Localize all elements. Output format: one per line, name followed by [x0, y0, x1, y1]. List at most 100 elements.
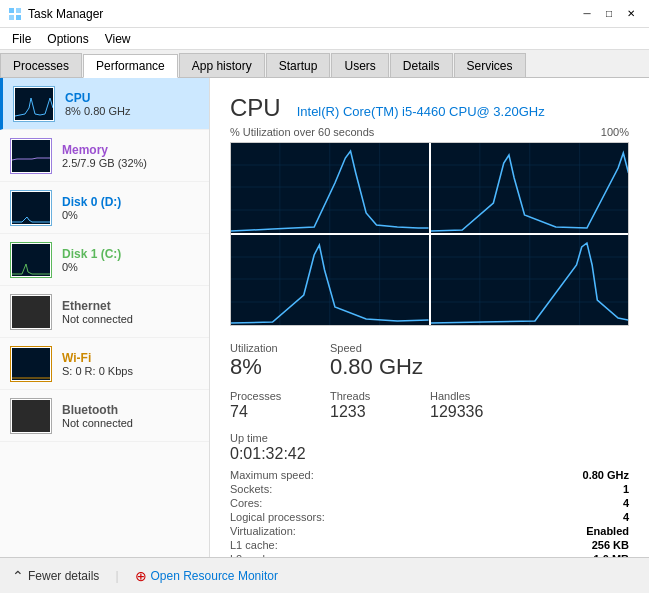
virt-key: Virtualization:	[230, 525, 296, 537]
svg-rect-7	[12, 244, 50, 276]
sidebar-item-wifi[interactable]: Wi-Fi S: 0 R: 0 Kbps	[0, 338, 209, 390]
disk1-name: Disk 1 (C:)	[62, 247, 199, 261]
chart-cell-bl	[231, 235, 429, 325]
cores-val: 4	[623, 497, 629, 509]
chart-cell-tr	[431, 143, 629, 233]
maximize-button[interactable]: □	[599, 4, 619, 24]
uptime-label: Up time	[230, 432, 629, 444]
bluetooth-info: Bluetooth Not connected	[62, 403, 199, 429]
speed-stat-label: Speed	[330, 342, 423, 354]
utilization-stat-value: 8%	[230, 354, 310, 380]
minimize-button[interactable]: ─	[577, 4, 597, 24]
tab-processes[interactable]: Processes	[0, 53, 82, 77]
menu-file[interactable]: File	[4, 30, 39, 47]
speed-stat: Speed 0.80 GHz	[330, 342, 423, 380]
sidebar-item-memory[interactable]: Memory 2.5/7.9 GB (32%)	[0, 130, 209, 182]
sockets-row: Sockets: 1	[230, 483, 629, 495]
app-icon	[8, 7, 22, 21]
l2-val: 1.0 MB	[594, 553, 629, 557]
window-controls: ─ □ ✕	[577, 4, 641, 24]
disk0-value: 0%	[62, 209, 199, 221]
fewer-details-button[interactable]: ⌃ Fewer details	[12, 568, 99, 584]
ethernet-thumbnail	[10, 294, 52, 330]
window-title: Task Manager	[28, 7, 103, 21]
tab-services[interactable]: Services	[454, 53, 526, 77]
sidebar-item-ethernet[interactable]: Ethernet Not connected	[0, 286, 209, 338]
svg-rect-1	[16, 8, 21, 13]
svg-rect-8	[12, 296, 50, 328]
l2-key: L2 cache:	[230, 553, 278, 557]
sidebar-item-disk1[interactable]: Disk 1 (C:) 0%	[0, 234, 209, 286]
uptime-value: 0:01:32:42	[230, 444, 629, 463]
tab-startup[interactable]: Startup	[266, 53, 331, 77]
menu-options[interactable]: Options	[39, 30, 96, 47]
ethernet-info: Ethernet Not connected	[62, 299, 199, 325]
sidebar-item-bluetooth[interactable]: Bluetooth Not connected	[0, 390, 209, 442]
svg-rect-3	[16, 15, 21, 20]
sockets-key: Sockets:	[230, 483, 272, 495]
title-bar: Task Manager ─ □ ✕	[0, 0, 649, 28]
wifi-thumbnail	[10, 346, 52, 382]
svg-rect-9	[12, 348, 50, 380]
stats-row-2: Processes 74 Threads 1233 Handles 129336	[230, 390, 629, 421]
processes-stat-value: 74	[230, 402, 310, 421]
disk0-name: Disk 0 (D:)	[62, 195, 199, 209]
cpu-chart-grid	[230, 142, 629, 326]
disk1-thumbnail	[10, 242, 52, 278]
tab-performance[interactable]: Performance	[83, 54, 178, 78]
svg-rect-5	[12, 140, 50, 172]
memory-value: 2.5/7.9 GB (32%)	[62, 157, 199, 169]
threads-stat: Threads 1233	[330, 390, 410, 421]
memory-name: Memory	[62, 143, 199, 157]
detail-title: CPU	[230, 94, 281, 122]
tab-users[interactable]: Users	[331, 53, 388, 77]
main-content: CPU 8% 0.80 GHz Memory 2.5/7.9 GB (32%)	[0, 78, 649, 557]
wifi-name: Wi-Fi	[62, 351, 199, 365]
processes-stat: Processes 74	[230, 390, 310, 421]
l2-row: L2 cache: 1.0 MB	[230, 553, 629, 557]
l1-val: 256 KB	[592, 539, 629, 551]
cpu-info: CPU 8% 0.80 GHz	[65, 91, 199, 117]
tab-details[interactable]: Details	[390, 53, 453, 77]
menu-view[interactable]: View	[97, 30, 139, 47]
max-speed-val: 0.80 GHz	[583, 469, 629, 481]
separator: |	[115, 569, 118, 583]
detail-panel: CPU Intel(R) Core(TM) i5-4460 CPU@ 3.20G…	[210, 78, 649, 557]
wifi-value: S: 0 R: 0 Kbps	[62, 365, 199, 377]
ethernet-value: Not connected	[62, 313, 199, 325]
handles-stat-value: 129336	[430, 402, 510, 421]
logical-val: 4	[623, 511, 629, 523]
bluetooth-name: Bluetooth	[62, 403, 199, 417]
logical-row: Logical processors: 4	[230, 511, 629, 523]
close-button[interactable]: ✕	[621, 4, 641, 24]
disk1-info: Disk 1 (C:) 0%	[62, 247, 199, 273]
virt-val: Enabled	[586, 525, 629, 537]
disk1-value: 0%	[62, 261, 199, 273]
speed-stat-value: 0.80 GHz	[330, 354, 423, 380]
sidebar-item-cpu[interactable]: CPU 8% 0.80 GHz	[0, 78, 209, 130]
cpu-value: 8% 0.80 GHz	[65, 105, 199, 117]
utilization-label: % Utilization over 60 seconds 100%	[230, 126, 629, 138]
uptime-block: Up time 0:01:32:42	[230, 432, 629, 463]
sidebar-item-disk0[interactable]: Disk 0 (D:) 0%	[0, 182, 209, 234]
bluetooth-value: Not connected	[62, 417, 199, 429]
tab-app-history[interactable]: App history	[179, 53, 265, 77]
cpu-name: CPU	[65, 91, 199, 105]
chevron-up-icon: ⌃	[12, 568, 24, 584]
svg-rect-2	[9, 15, 14, 20]
disk0-thumbnail	[10, 190, 52, 226]
max-speed-row: Maximum speed: 0.80 GHz	[230, 469, 629, 481]
cores-key: Cores:	[230, 497, 262, 509]
threads-stat-value: 1233	[330, 402, 410, 421]
processes-stat-label: Processes	[230, 390, 310, 402]
sidebar: CPU 8% 0.80 GHz Memory 2.5/7.9 GB (32%)	[0, 78, 210, 557]
cpu-thumbnail	[13, 86, 55, 122]
memory-thumbnail	[10, 138, 52, 174]
bluetooth-thumbnail	[10, 398, 52, 434]
open-resource-monitor-link[interactable]: ⊕ Open Resource Monitor	[135, 568, 278, 584]
info-grid: Maximum speed: 0.80 GHz Sockets: 1 Cores…	[230, 469, 629, 557]
l1-key: L1 cache:	[230, 539, 278, 551]
logical-key: Logical processors:	[230, 511, 325, 523]
ethernet-name: Ethernet	[62, 299, 199, 313]
cores-row: Cores: 4	[230, 497, 629, 509]
